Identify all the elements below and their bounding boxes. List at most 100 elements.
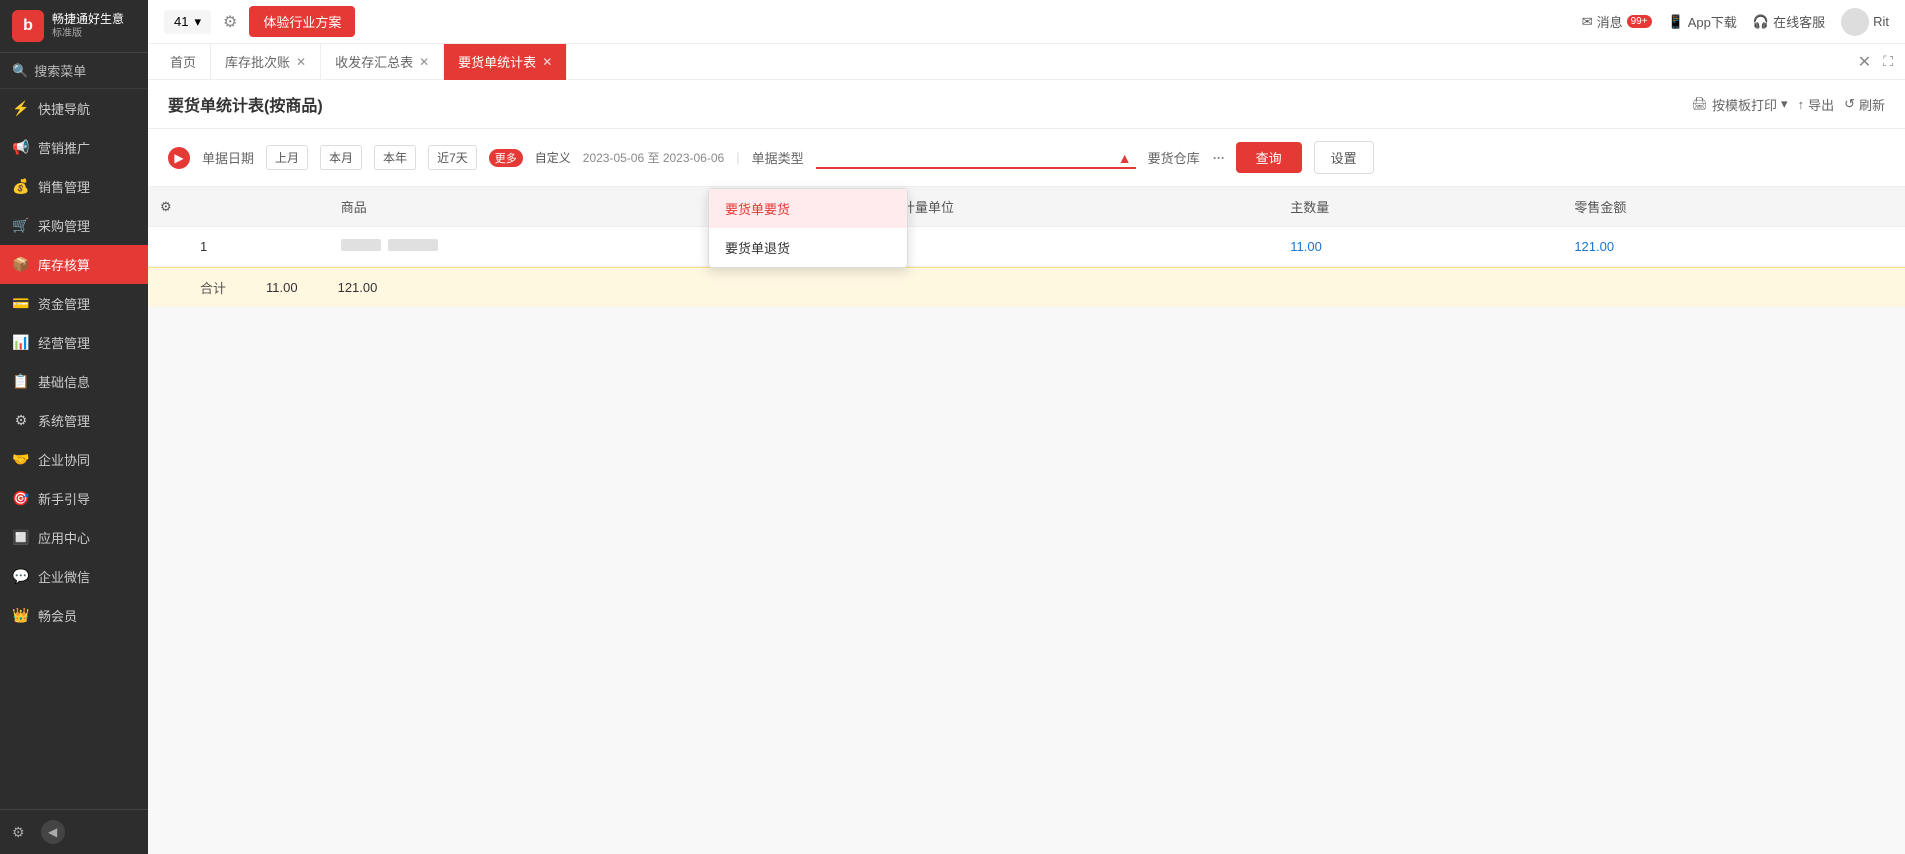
- quick-icon: ⚡: [12, 100, 30, 118]
- sidebar-collapse-button[interactable]: ◀: [41, 820, 65, 844]
- app-download-button[interactable]: 📱 App下载: [1668, 12, 1737, 31]
- message-icon: ✉: [1582, 14, 1593, 30]
- tab-home[interactable]: 首页: [156, 44, 211, 80]
- sidebar-item-purchase[interactable]: 🛒 采购管理: [0, 206, 148, 245]
- col-qty-header: 主数量: [1278, 187, 1562, 227]
- data-table: ⚙ 商品 主计量单位 主数量 零售金额 1: [148, 187, 1905, 267]
- sidebar-item-marketing[interactable]: 📢 营销推广: [0, 128, 148, 167]
- sidebar-item-operation[interactable]: 📊 经营管理: [0, 323, 148, 362]
- export-button[interactable]: ↑ 导出: [1798, 95, 1835, 114]
- sidebar-item-finance[interactable]: 💳 资金管理: [0, 284, 148, 323]
- row-amount-link[interactable]: 121.00: [1574, 239, 1614, 254]
- type-dropdown-menu: 要货单要货 要货单退货: [708, 188, 908, 268]
- sidebar-item-guide[interactable]: 🎯 新手引导: [0, 479, 148, 518]
- store-selector[interactable]: 41 ▾: [164, 10, 211, 34]
- query-button[interactable]: 查询: [1236, 142, 1302, 173]
- dropdown-item-return[interactable]: 要货单退货: [709, 228, 907, 267]
- date-custom[interactable]: 自定义: [535, 149, 571, 166]
- filter-settings-button[interactable]: 设置: [1314, 141, 1374, 174]
- marketing-icon: 📢: [12, 139, 30, 157]
- table-container: ⚙ 商品 主计量单位 主数量 零售金额 1: [148, 187, 1905, 267]
- refresh-button[interactable]: ↺ 刷新: [1844, 95, 1885, 114]
- tab-close-batch[interactable]: ✕: [296, 55, 306, 69]
- tab-batch-account[interactable]: 库存批次账 ✕: [211, 44, 321, 80]
- tab-close-all-icon[interactable]: ✕: [1850, 52, 1879, 72]
- user-avatar[interactable]: Rit: [1841, 8, 1889, 36]
- type-select-input[interactable]: [816, 146, 1136, 169]
- sidebar-item-basic[interactable]: 📋 基础信息: [0, 362, 148, 401]
- sidebar-item-inventory[interactable]: 📦 库存核算: [0, 245, 148, 284]
- tabs-bar: 首页 库存批次账 ✕ 收发存汇总表 ✕ 要货单统计表 ✕ ✕ ⛶: [148, 44, 1905, 80]
- sidebar-item-quick[interactable]: ⚡ 快捷导航: [0, 89, 148, 128]
- type-select-arrow[interactable]: ▲: [1118, 150, 1132, 166]
- page-content: 要货单统计表(按商品) 🖨 按模板打印 ▾ ↑ 导出 ↺ 刷新 ▶: [148, 80, 1905, 854]
- search-icon: 🔍: [12, 63, 28, 79]
- header-gear-icon[interactable]: ⚙: [223, 12, 237, 32]
- logo-text: 畅捷通好生意 标准版: [52, 12, 124, 41]
- date-label: 单据日期: [202, 148, 254, 167]
- finance-icon: 💳: [12, 295, 30, 313]
- store-number: 41: [174, 14, 188, 29]
- enterprise-icon: 🤝: [12, 451, 30, 469]
- type-select: ▲: [816, 146, 1136, 169]
- guide-icon: 🎯: [12, 490, 30, 508]
- sales-icon: 💰: [12, 178, 30, 196]
- print-button[interactable]: 🖨 按模板打印 ▾: [1692, 95, 1788, 114]
- sidebar-item-member[interactable]: 👑 畅会员: [0, 596, 148, 635]
- store-dropdown-icon: ▾: [194, 14, 201, 30]
- filter-more-dots[interactable]: ···: [1212, 147, 1224, 168]
- search-menu[interactable]: 🔍 搜索菜单: [0, 53, 148, 89]
- row-unit-cell: 块: [877, 227, 1278, 267]
- print-icon: 🖨: [1692, 96, 1709, 112]
- tab-order-stats[interactable]: 要货单统计表 ✕: [444, 44, 567, 80]
- sidebar: b 畅捷通好生意 标准版 🔍 搜索菜单 ⚡ 快捷导航 📢 营销推广 💰 销售管理…: [0, 0, 148, 854]
- row-qty-cell: 11.00: [1278, 227, 1562, 267]
- industry-button[interactable]: 体验行业方案: [249, 6, 355, 37]
- sidebar-item-app-center[interactable]: 🔲 应用中心: [0, 518, 148, 557]
- settings-bottom-icon[interactable]: ⚙: [12, 824, 25, 841]
- date-last-month[interactable]: 上月: [266, 145, 308, 170]
- footer-amount-value: 121.00: [338, 280, 378, 295]
- service-icon: 🎧: [1753, 14, 1769, 30]
- wechat-icon: 💬: [12, 568, 30, 586]
- header-left: 41 ▾ ⚙ 体验行业方案: [164, 6, 355, 37]
- app-download-icon: 📱: [1668, 14, 1684, 30]
- message-badge: 99+: [1627, 15, 1652, 28]
- table-settings-icon[interactable]: ⚙: [160, 199, 172, 214]
- purchase-icon: 🛒: [12, 217, 30, 235]
- date-7days[interactable]: 近7天: [428, 145, 477, 170]
- sidebar-item-sales[interactable]: 💰 销售管理: [0, 167, 148, 206]
- row-qty-link[interactable]: 11.00: [1290, 239, 1322, 254]
- system-icon: ⚙: [12, 412, 30, 430]
- refresh-icon: ↺: [1844, 96, 1855, 112]
- dropdown-item-order[interactable]: 要货单要货: [709, 189, 907, 228]
- tab-expand-icon[interactable]: ⛶: [1879, 53, 1897, 70]
- col-settings-header[interactable]: ⚙: [148, 187, 188, 227]
- messages-button[interactable]: ✉ 消息 99+: [1582, 12, 1652, 31]
- col-unit-header: 主计量单位: [877, 187, 1278, 227]
- logo-icon: b: [12, 10, 44, 42]
- product-placeholder-2: [388, 239, 438, 251]
- online-service-button[interactable]: 🎧 在线客服: [1753, 12, 1825, 31]
- col-no-header: [188, 187, 329, 227]
- app-center-icon: 🔲: [12, 529, 30, 547]
- inventory-icon: 📦: [12, 256, 30, 274]
- tab-close-collect[interactable]: ✕: [419, 55, 429, 69]
- filter-expand-button[interactable]: ▶: [168, 147, 190, 169]
- sidebar-item-system[interactable]: ⚙ 系统管理: [0, 401, 148, 440]
- date-more-badge[interactable]: 更多: [489, 149, 523, 167]
- table-row: 1 块 11.00 121.00: [148, 227, 1905, 267]
- table-header-row: ⚙ 商品 主计量单位 主数量 零售金额: [148, 187, 1905, 227]
- row-no-cell: 1: [188, 227, 329, 267]
- sidebar-item-wechat[interactable]: 💬 企业微信: [0, 557, 148, 596]
- export-icon: ↑: [1798, 97, 1805, 112]
- tab-close-order[interactable]: ✕: [542, 55, 552, 69]
- date-this-year[interactable]: 本年: [374, 145, 416, 170]
- sidebar-item-enterprise[interactable]: 🤝 企业协同: [0, 440, 148, 479]
- tab-collect-summary[interactable]: 收发存汇总表 ✕: [321, 44, 444, 80]
- footer-total-label: 合计: [160, 278, 226, 297]
- page-title: 要货单统计表(按商品): [168, 92, 323, 116]
- date-this-month[interactable]: 本月: [320, 145, 362, 170]
- avatar-image: [1841, 8, 1869, 36]
- page-header: 要货单统计表(按商品) 🖨 按模板打印 ▾ ↑ 导出 ↺ 刷新: [148, 80, 1905, 129]
